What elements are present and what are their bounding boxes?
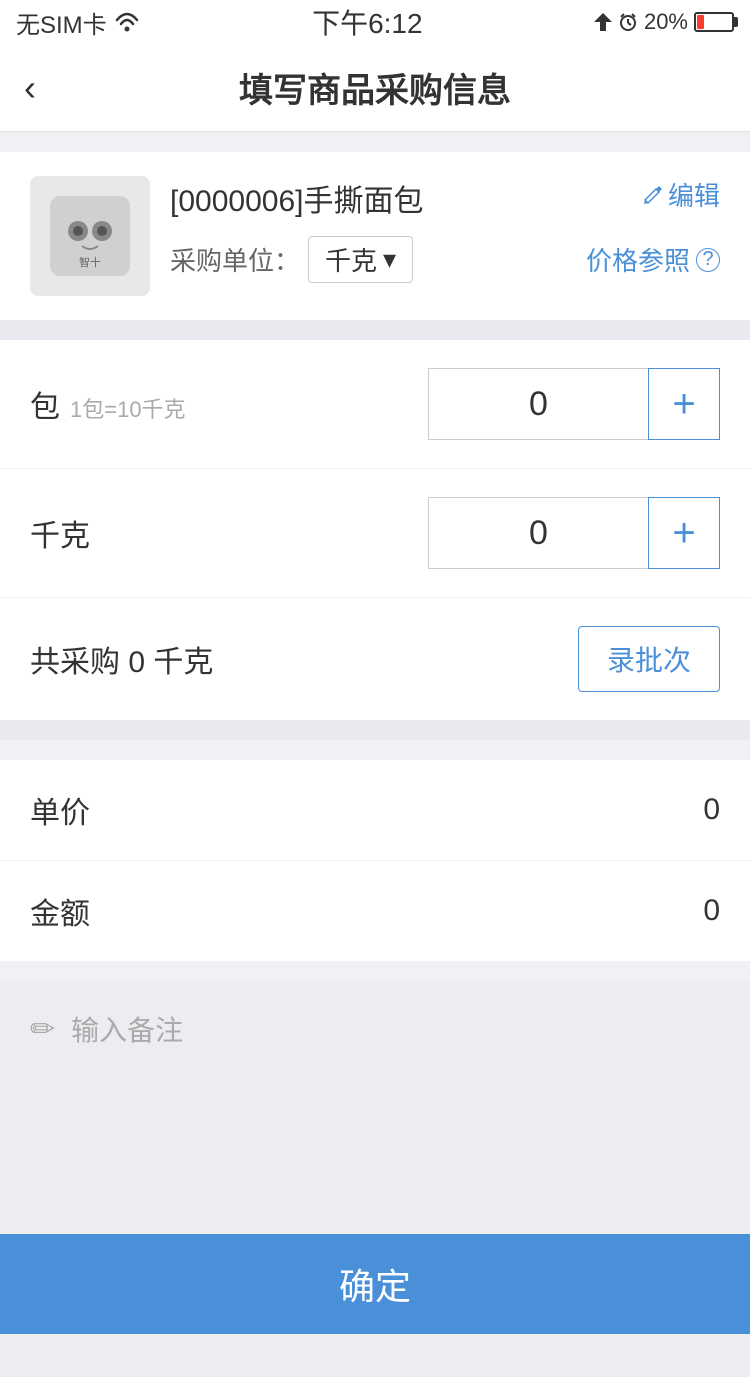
page-title: 填写商品采购信息 <box>239 63 511 112</box>
quantity-row-bao: 包 1包=10千克 + <box>0 340 750 469</box>
quantity-section: 包 1包=10千克 + 千克 + <box>0 340 750 598</box>
quantity-label-kg: 千克 <box>30 511 90 555</box>
quantity-control-bao: + <box>428 368 720 440</box>
quantity-hint-bao: 1包=10千克 <box>70 392 186 424</box>
price-reference-button[interactable]: 价格参照 ? <box>586 241 720 278</box>
unit-price-row: 单价 0 <box>0 760 750 861</box>
edit-button[interactable]: 编辑 <box>642 176 720 213</box>
unit-label: 采购单位： <box>170 241 300 278</box>
quantity-label-bao: 包 <box>30 382 60 426</box>
info-icon: ? <box>696 248 720 272</box>
chevron-down-icon: ▾ <box>383 244 396 275</box>
product-info: [0000006]手撕面包 编辑 采购单位： 千克 ▾ 价格参照 ? <box>170 176 720 283</box>
svg-text:智十: 智十 <box>79 255 101 269</box>
unit-price-value: 0 <box>703 793 720 827</box>
remark-placeholder: 输入备注 <box>71 1009 183 1049</box>
quantity-input-kg[interactable] <box>428 497 648 569</box>
quantity-plus-bao[interactable]: + <box>648 368 720 440</box>
status-carrier: 无SIM卡 <box>16 5 141 40</box>
status-time: 下午6:12 <box>312 2 423 42</box>
amount-label: 金额 <box>30 889 90 933</box>
battery-percent: 20% <box>644 9 688 35</box>
price-section: 单价 0 金额 0 <box>0 760 750 961</box>
product-thumbnail: 智十 <box>30 176 150 296</box>
alarm-icon <box>618 12 638 32</box>
status-bar: 无SIM卡 下午6:12 20% <box>0 0 750 44</box>
location-icon <box>594 13 612 31</box>
unit-selector[interactable]: 千克 ▾ <box>308 236 413 283</box>
total-row: 共采购 0 千克 录批次 <box>0 598 750 720</box>
confirm-button[interactable]: 确定 <box>0 1234 750 1334</box>
quantity-control-kg: + <box>428 497 720 569</box>
total-text: 共采购 0 千克 <box>30 637 213 681</box>
remark-section[interactable]: ✏ 输入备注 <box>0 981 750 1077</box>
section-divider-1 <box>0 320 750 340</box>
carrier-text: 无SIM卡 <box>16 5 107 40</box>
pencil-icon: ✏ <box>30 1012 55 1047</box>
nav-bar: ‹ 填写商品采购信息 <box>0 44 750 132</box>
amount-row: 金额 0 <box>0 861 750 961</box>
edit-icon <box>642 184 664 206</box>
back-button[interactable]: ‹ <box>24 67 36 109</box>
section-divider-2 <box>0 720 750 740</box>
product-name: [0000006]手撕面包 <box>170 176 423 220</box>
quantity-plus-kg[interactable]: + <box>648 497 720 569</box>
amount-value: 0 <box>703 894 720 928</box>
unit-price-label: 单价 <box>30 788 90 832</box>
status-right: 20% <box>594 9 734 35</box>
product-card: 智十 [0000006]手撕面包 编辑 采购单位： 千克 ▾ <box>0 152 750 320</box>
quantity-input-bao[interactable] <box>428 368 648 440</box>
record-batch-button[interactable]: 录批次 <box>578 626 720 692</box>
confirm-label: 确定 <box>339 1258 411 1310</box>
battery-icon <box>694 12 734 32</box>
product-logo: 智十 <box>50 196 130 276</box>
quantity-row-kg: 千克 + <box>0 469 750 598</box>
wifi-icon <box>113 12 141 32</box>
